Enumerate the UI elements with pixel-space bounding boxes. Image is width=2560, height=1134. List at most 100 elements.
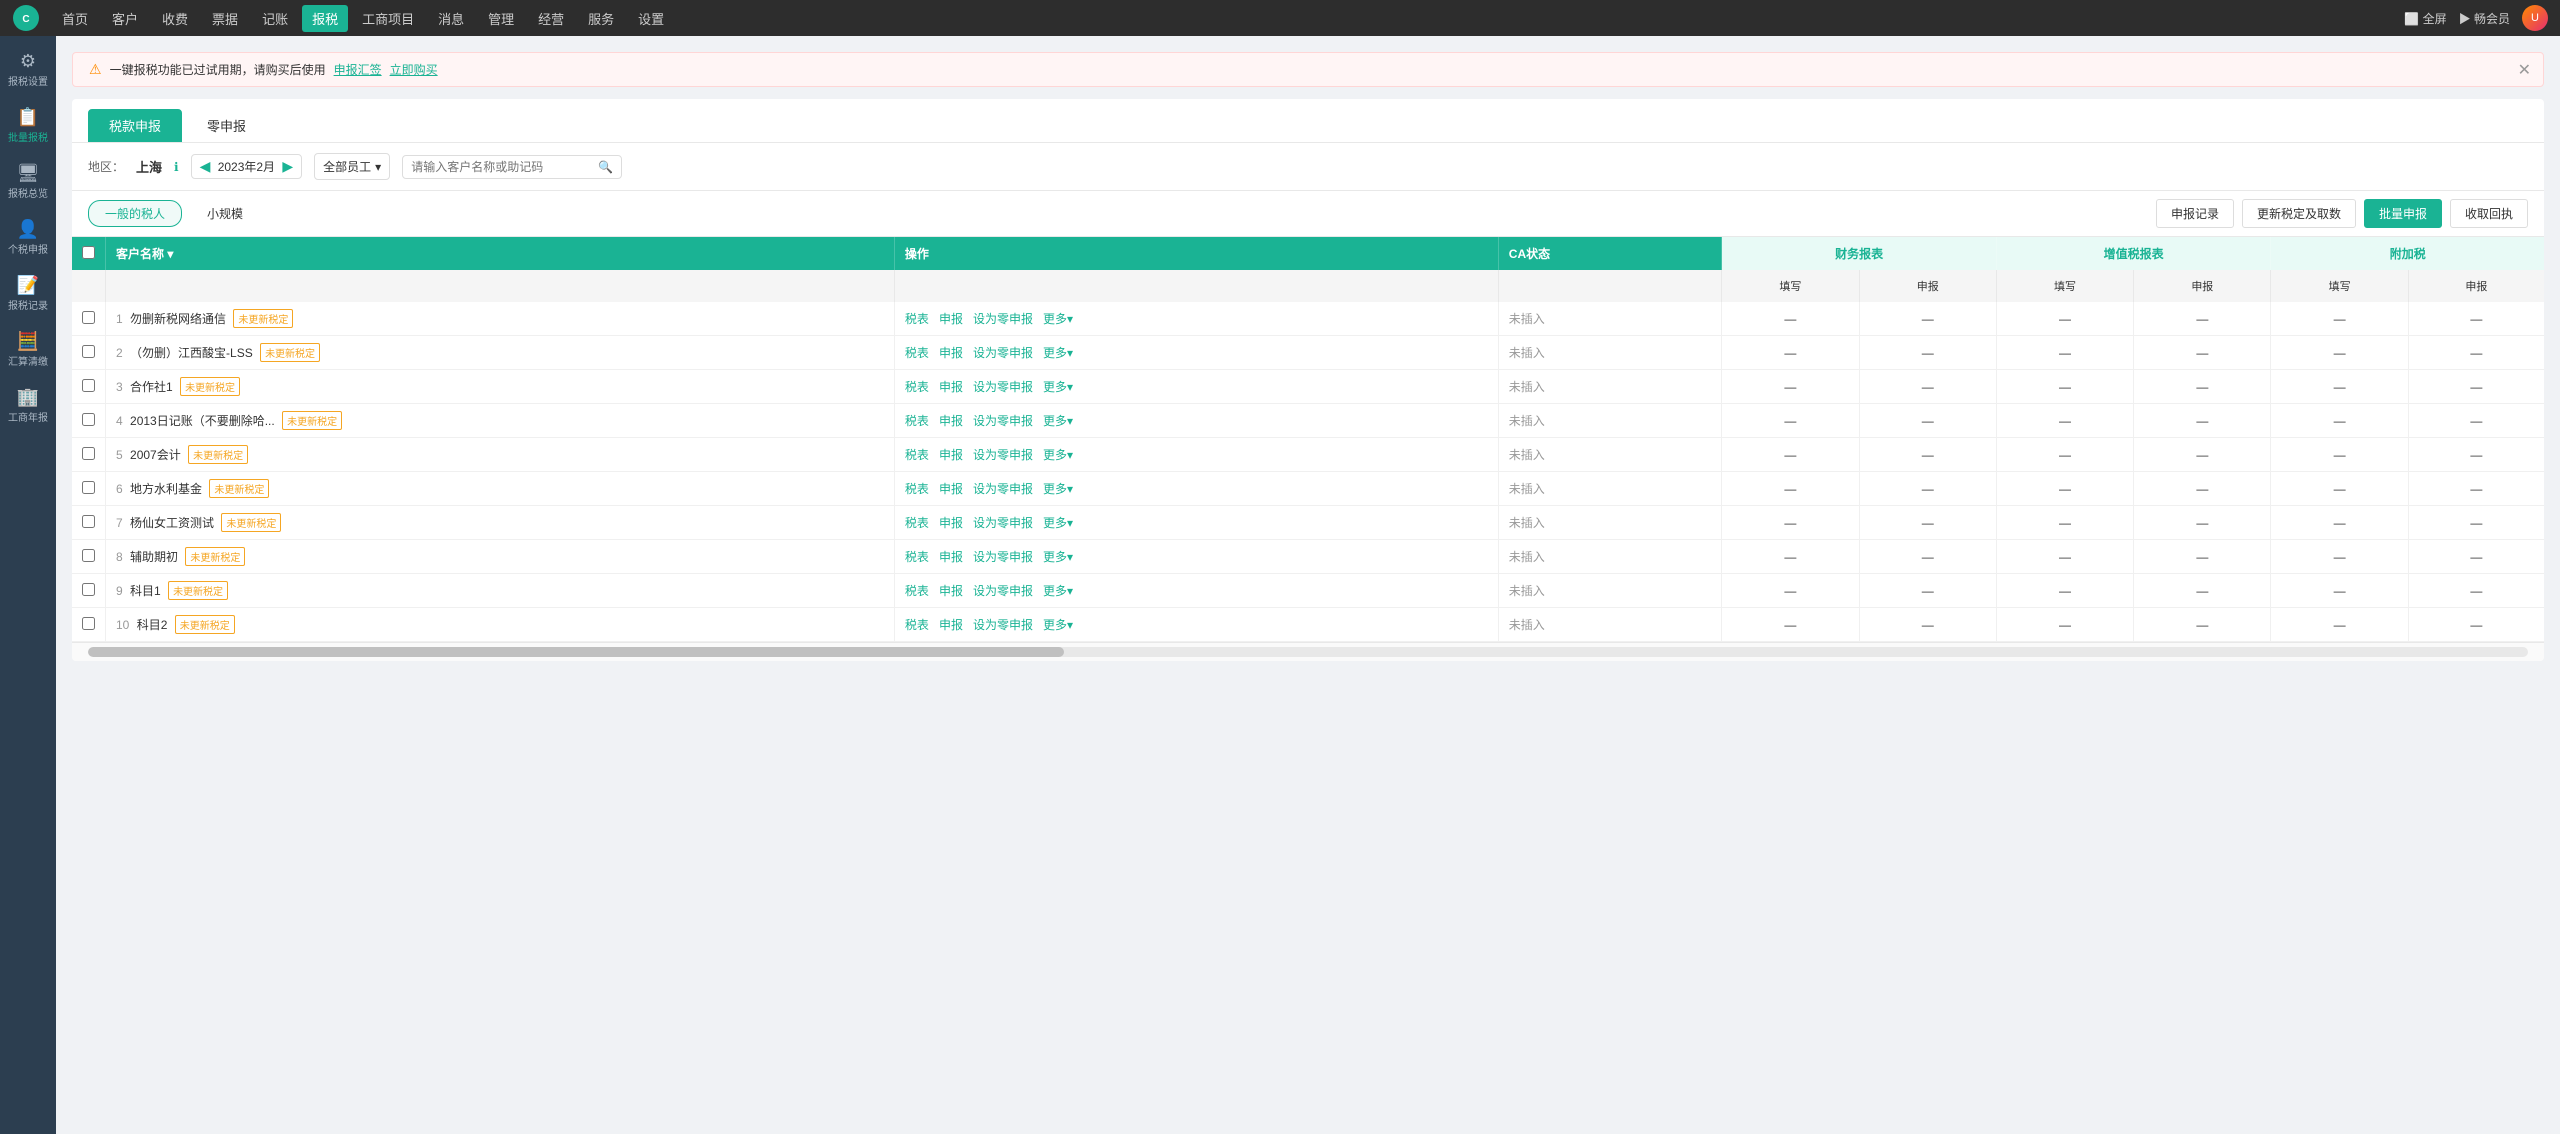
- client-name-8[interactable]: 科目1: [130, 584, 161, 598]
- client-name-7[interactable]: 辅助期初: [130, 550, 178, 564]
- op-more-3[interactable]: 更多▾: [1043, 414, 1073, 428]
- select-all-checkbox[interactable]: [82, 246, 95, 259]
- search-input[interactable]: [411, 160, 592, 174]
- row-checkbox-3[interactable]: [72, 404, 106, 438]
- op-zero-9[interactable]: 设为零申报: [973, 618, 1033, 632]
- op-declare-0[interactable]: 申报: [939, 312, 963, 326]
- sidebar-item-annual-calc[interactable]: 🧮 汇算清缴: [0, 324, 56, 376]
- nav-billing[interactable]: 收费: [152, 5, 198, 32]
- row-checkbox-9[interactable]: [72, 608, 106, 642]
- op-declare-6[interactable]: 申报: [939, 516, 963, 530]
- row-checkbox-5[interactable]: [72, 472, 106, 506]
- nav-manage[interactable]: 管理: [478, 5, 524, 32]
- nav-tax[interactable]: 报税: [302, 5, 348, 32]
- op-declare-2[interactable]: 申报: [939, 380, 963, 394]
- op-zero-2[interactable]: 设为零申报: [973, 380, 1033, 394]
- op-zero-0[interactable]: 设为零申报: [973, 312, 1033, 326]
- nav-home[interactable]: 首页: [52, 5, 98, 32]
- row-checkbox-2[interactable]: [72, 370, 106, 404]
- op-declare-3[interactable]: 申报: [939, 414, 963, 428]
- op-taxform-6[interactable]: 税表: [905, 516, 929, 530]
- op-zero-1[interactable]: 设为零申报: [973, 346, 1033, 360]
- op-taxform-2[interactable]: 税表: [905, 380, 929, 394]
- op-more-1[interactable]: 更多▾: [1043, 346, 1073, 360]
- op-more-8[interactable]: 更多▾: [1043, 584, 1073, 598]
- op-declare-5[interactable]: 申报: [939, 482, 963, 496]
- row-check-0[interactable]: [82, 311, 95, 324]
- client-name-9[interactable]: 科目2: [137, 618, 168, 632]
- header-checkbox[interactable]: [72, 237, 106, 270]
- row-check-7[interactable]: [82, 549, 95, 562]
- nav-operations[interactable]: 经营: [528, 5, 574, 32]
- op-declare-8[interactable]: 申报: [939, 584, 963, 598]
- nav-bookkeeping[interactable]: 记账: [252, 5, 298, 32]
- op-taxform-5[interactable]: 税表: [905, 482, 929, 496]
- op-taxform-4[interactable]: 税表: [905, 448, 929, 462]
- logo[interactable]: C: [12, 4, 40, 32]
- nav-invoice[interactable]: 票据: [202, 5, 248, 32]
- row-checkbox-1[interactable]: [72, 336, 106, 370]
- info-icon[interactable]: ℹ: [174, 160, 179, 174]
- op-declare-4[interactable]: 申报: [939, 448, 963, 462]
- op-zero-8[interactable]: 设为零申报: [973, 584, 1033, 598]
- sidebar-item-personal-tax[interactable]: 👤 个税申报: [0, 212, 56, 264]
- op-more-7[interactable]: 更多▾: [1043, 550, 1073, 564]
- btn-declaration-records[interactable]: 申报记录: [2156, 199, 2234, 228]
- client-name-1[interactable]: （勿删）江西酸宝-LSS: [130, 346, 253, 360]
- client-name-2[interactable]: 合作社1: [130, 380, 173, 394]
- nav-settings[interactable]: 设置: [628, 5, 674, 32]
- scrollbar-thumb[interactable]: [88, 647, 1064, 657]
- op-more-9[interactable]: 更多▾: [1043, 618, 1073, 632]
- client-name-0[interactable]: 勿删新税网络通信: [130, 312, 226, 326]
- op-more-4[interactable]: 更多▾: [1043, 448, 1073, 462]
- sub-tab-general[interactable]: 一般的税人: [88, 200, 182, 227]
- op-zero-5[interactable]: 设为零申报: [973, 482, 1033, 496]
- row-checkbox-7[interactable]: [72, 540, 106, 574]
- row-check-2[interactable]: [82, 379, 95, 392]
- btn-update-tax[interactable]: 更新税定及取数: [2242, 199, 2356, 228]
- op-declare-9[interactable]: 申报: [939, 618, 963, 632]
- row-check-5[interactable]: [82, 481, 95, 494]
- row-checkbox-8[interactable]: [72, 574, 106, 608]
- sidebar-item-tax-records[interactable]: 📝 报税记录: [0, 268, 56, 320]
- op-more-0[interactable]: 更多▾: [1043, 312, 1073, 326]
- banner-link-buy[interactable]: 立即购买: [390, 61, 438, 78]
- row-check-1[interactable]: [82, 345, 95, 358]
- op-more-5[interactable]: 更多▾: [1043, 482, 1073, 496]
- op-zero-3[interactable]: 设为零申报: [973, 414, 1033, 428]
- op-zero-4[interactable]: 设为零申报: [973, 448, 1033, 462]
- nav-business[interactable]: 工商项目: [352, 5, 424, 32]
- client-name-5[interactable]: 地方水利基金: [130, 482, 202, 496]
- op-zero-6[interactable]: 设为零申报: [973, 516, 1033, 530]
- staff-selector[interactable]: 全部员工 ▾: [314, 153, 390, 180]
- row-check-8[interactable]: [82, 583, 95, 596]
- sub-tab-small[interactable]: 小规模: [190, 200, 260, 227]
- avatar[interactable]: U: [2522, 5, 2548, 31]
- sidebar-item-annual-report[interactable]: 🏢 工商年报: [0, 380, 56, 432]
- prev-month-arrow[interactable]: ◀: [200, 158, 211, 175]
- op-declare-1[interactable]: 申报: [939, 346, 963, 360]
- op-taxform-8[interactable]: 税表: [905, 584, 929, 598]
- nav-service[interactable]: 服务: [578, 5, 624, 32]
- nav-client[interactable]: 客户: [102, 5, 148, 32]
- tab-zero-declaration[interactable]: 零申报: [186, 109, 267, 142]
- client-name-6[interactable]: 杨仙女工资测试: [130, 516, 214, 530]
- op-taxform-9[interactable]: 税表: [905, 618, 929, 632]
- row-check-9[interactable]: [82, 617, 95, 630]
- scrollbar-track[interactable]: [88, 647, 2528, 657]
- op-more-6[interactable]: 更多▾: [1043, 516, 1073, 530]
- op-declare-7[interactable]: 申报: [939, 550, 963, 564]
- row-check-3[interactable]: [82, 413, 95, 426]
- sidebar-item-tax-overview[interactable]: 🖥 报税总览: [0, 156, 56, 208]
- btn-batch-declare[interactable]: 批量申报: [2364, 199, 2442, 228]
- client-name-3[interactable]: 2013日记账（不要删除哈...: [130, 414, 275, 428]
- vip-btn[interactable]: ▶ 畅会员: [2459, 10, 2510, 27]
- sidebar-item-tax-settings[interactable]: ⚙ 报税设置: [0, 44, 56, 96]
- sidebar-item-batch-tax[interactable]: 📋 批量报税: [0, 100, 56, 152]
- fullscreen-btn[interactable]: ⬜ 全屏: [2404, 10, 2446, 27]
- tab-tax-declaration[interactable]: 税款申报: [88, 109, 182, 142]
- search-icon[interactable]: 🔍: [598, 160, 613, 174]
- client-name-4[interactable]: 2007会计: [130, 448, 181, 462]
- op-taxform-3[interactable]: 税表: [905, 414, 929, 428]
- row-checkbox-6[interactable]: [72, 506, 106, 540]
